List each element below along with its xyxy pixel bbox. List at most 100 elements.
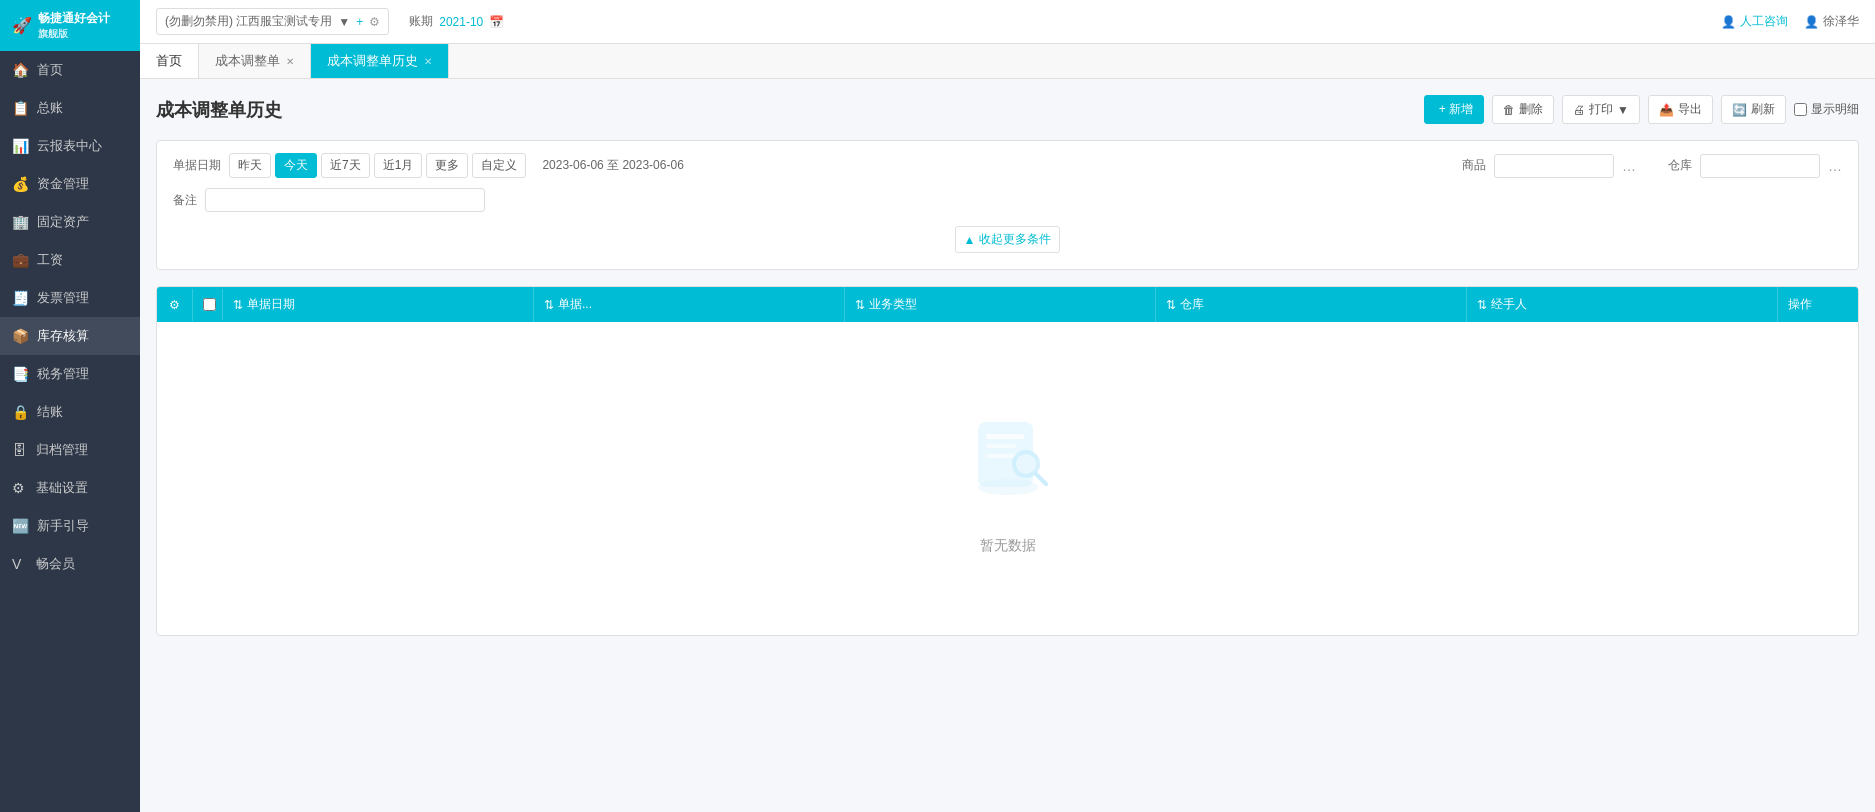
th-doc-no[interactable]: ⇅ 单据...: [534, 287, 845, 322]
sort-icon-biz-type: ⇅: [855, 298, 865, 312]
goods-label: 商品: [1462, 157, 1486, 174]
sidebar-item-closing[interactable]: 🔒 结账: [0, 393, 140, 431]
toolbar-actions: + 新增 🗑 删除 🖨 打印 ▼ 📤 导出: [1424, 95, 1859, 124]
sidebar-item-ledger[interactable]: 📋 总账: [0, 89, 140, 127]
sidebar-item-guide[interactable]: 🆕 新手引导: [0, 507, 140, 545]
company-dropdown-icon: ▼: [338, 15, 350, 29]
yesterday-btn[interactable]: 昨天: [229, 153, 271, 178]
today-btn[interactable]: 今天: [275, 153, 317, 178]
page-title-bar: 成本调整单历史 + 新增 🗑 删除 🖨 打印 ▼: [156, 95, 1859, 124]
svg-line-7: [1036, 474, 1046, 484]
sidebar-item-salary[interactable]: 💼 工资: [0, 241, 140, 279]
new-btn[interactable]: + 新增: [1424, 95, 1484, 124]
content-area: 成本调整单历史 + 新增 🗑 删除 🖨 打印 ▼: [140, 79, 1875, 812]
period-value: 2021-10: [439, 15, 483, 29]
settings-icon[interactable]: ⚙: [369, 15, 380, 29]
sidebar-item-inventory[interactable]: 📦 库存核算: [0, 317, 140, 355]
company-selector[interactable]: (勿删勿禁用) 江西服宝测试专用 ▼ + ⚙: [156, 8, 389, 35]
sidebar-item-home[interactable]: 🏠 首页: [0, 51, 140, 89]
page-tab-成本调整单[interactable]: 成本调整单 ✕: [199, 44, 311, 78]
sidebar-item-invoices[interactable]: 🧾 发票管理: [0, 279, 140, 317]
th-action: 操作: [1778, 287, 1858, 322]
export-icon: 📤: [1659, 103, 1674, 117]
empty-state: 暂无数据: [157, 322, 1858, 635]
page-tabs: 首页成本调整单✕成本调整单历史✕: [140, 44, 1875, 79]
collapse-btn[interactable]: ▲ 收起更多条件: [955, 226, 1061, 253]
tab-close-btn[interactable]: ✕: [286, 56, 294, 67]
sidebar-item-settings[interactable]: ⚙ 基础设置: [0, 469, 140, 507]
th-warehouse-label: 仓库: [1180, 296, 1204, 313]
sidebar-item-member[interactable]: V 畅会员: [0, 545, 140, 583]
logo-icon: 🚀: [12, 16, 32, 35]
page-tab-首页[interactable]: 首页: [140, 44, 199, 78]
days7-btn[interactable]: 近7天: [321, 153, 370, 178]
date-label: 单据日期: [173, 157, 221, 174]
sidebar-item-archive[interactable]: 🗄 归档管理: [0, 431, 140, 469]
sort-icon-warehouse: ⇅: [1166, 298, 1176, 312]
delete-btn[interactable]: 🗑 删除: [1492, 95, 1554, 124]
page-tab-成本调整单历史[interactable]: 成本调整单历史✕: [311, 44, 449, 78]
th-warehouse[interactable]: ⇅ 仓库: [1156, 287, 1467, 322]
sidebar-item-assets[interactable]: 🏢 固定资产: [0, 203, 140, 241]
sort-icon-operator: ⇅: [1477, 298, 1487, 312]
select-all-checkbox[interactable]: [203, 298, 216, 311]
search-row-2: 备注: [173, 188, 1842, 212]
custom-btn[interactable]: 自定义: [472, 153, 526, 178]
calendar-icon[interactable]: 📅: [489, 15, 504, 29]
table-header: ⚙ ⇅ 单据日期 ⇅ 单据... ⇅ 业务类型: [157, 287, 1858, 322]
search-panel: 单据日期 昨天 今天 近7天 近1月 更多 自定义 2023-06-06 至 2…: [156, 140, 1859, 270]
display-toggle-checkbox[interactable]: [1794, 103, 1807, 116]
assets-icon: 🏢: [12, 214, 29, 230]
export-btn[interactable]: 📤 导出: [1648, 95, 1713, 124]
sidebar-item-label: 结账: [37, 403, 63, 421]
sidebar-item-tax[interactable]: 📑 税务管理: [0, 355, 140, 393]
sidebar-item-funds[interactable]: 💰 资金管理: [0, 165, 140, 203]
svg-rect-3: [986, 444, 1016, 448]
sidebar-item-label: 固定资产: [37, 213, 89, 231]
sidebar-item-label: 库存核算: [37, 327, 89, 345]
refresh-btn[interactable]: 🔄 刷新: [1721, 95, 1786, 124]
inventory-icon: 📦: [12, 328, 29, 344]
nav-logo: 🚀 畅捷通好会计 旗舰版: [0, 0, 140, 51]
refresh-icon: 🔄: [1732, 103, 1747, 117]
th-doc-date[interactable]: ⇅ 单据日期: [223, 287, 534, 322]
sidebar-item-reports[interactable]: 📊 云报表中心: [0, 127, 140, 165]
note-input[interactable]: [205, 188, 485, 212]
th-operator[interactable]: ⇅ 经手人: [1467, 287, 1778, 322]
tab-close-btn[interactable]: ✕: [424, 56, 432, 67]
add-company-icon[interactable]: +: [356, 15, 363, 29]
warehouse-field: 仓库 …: [1668, 154, 1842, 178]
th-biz-type[interactable]: ⇅ 业务类型: [845, 287, 1156, 322]
warehouse-input[interactable]: [1700, 154, 1820, 178]
nav-sidebar: 🚀 畅捷通好会计 旗舰版 🏠 首页 📋 总账 📊 云报表中心 💰 资金管理 🏢 …: [0, 0, 140, 812]
service-icon: 👤: [1721, 15, 1736, 29]
th-gear[interactable]: ⚙: [157, 289, 193, 321]
goods-field: 商品 …: [1462, 154, 1636, 178]
invoices-icon: 🧾: [12, 290, 29, 306]
home-icon: 🏠: [12, 62, 29, 78]
tab-label: 成本调整单: [215, 52, 280, 70]
period-label: 账期: [409, 13, 433, 30]
th-checkbox[interactable]: [193, 289, 223, 320]
search-row-1: 单据日期 昨天 今天 近7天 近1月 更多 自定义 2023-06-06 至 2…: [173, 153, 1842, 178]
company-name: (勿删勿禁用) 江西服宝测试专用: [165, 13, 332, 30]
reports-icon: 📊: [12, 138, 29, 154]
user-name-btn[interactable]: 👤 徐泽华: [1804, 13, 1859, 30]
th-operator-label: 经手人: [1491, 296, 1527, 313]
month1-btn[interactable]: 近1月: [374, 153, 423, 178]
empty-text: 暂无数据: [980, 537, 1036, 555]
goods-input[interactable]: [1494, 154, 1614, 178]
warehouse-more-icon[interactable]: …: [1828, 158, 1842, 174]
date-field: 单据日期 昨天 今天 近7天 近1月 更多 自定义 2023-06-06 至 2…: [173, 153, 684, 178]
user-service-btn[interactable]: 👤 人工咨询: [1721, 13, 1788, 30]
th-doc-no-label: 单据...: [558, 296, 592, 313]
th-biz-type-label: 业务类型: [869, 296, 917, 313]
print-btn[interactable]: 🖨 打印 ▼: [1562, 95, 1640, 124]
closing-icon: 🔒: [12, 404, 29, 420]
delete-icon: 🗑: [1503, 103, 1515, 117]
goods-more-icon[interactable]: …: [1622, 158, 1636, 174]
empty-icon: [958, 402, 1058, 521]
sidebar-item-label: 工资: [37, 251, 63, 269]
sort-icon-doc-no: ⇅: [544, 298, 554, 312]
more-btn[interactable]: 更多: [426, 153, 468, 178]
